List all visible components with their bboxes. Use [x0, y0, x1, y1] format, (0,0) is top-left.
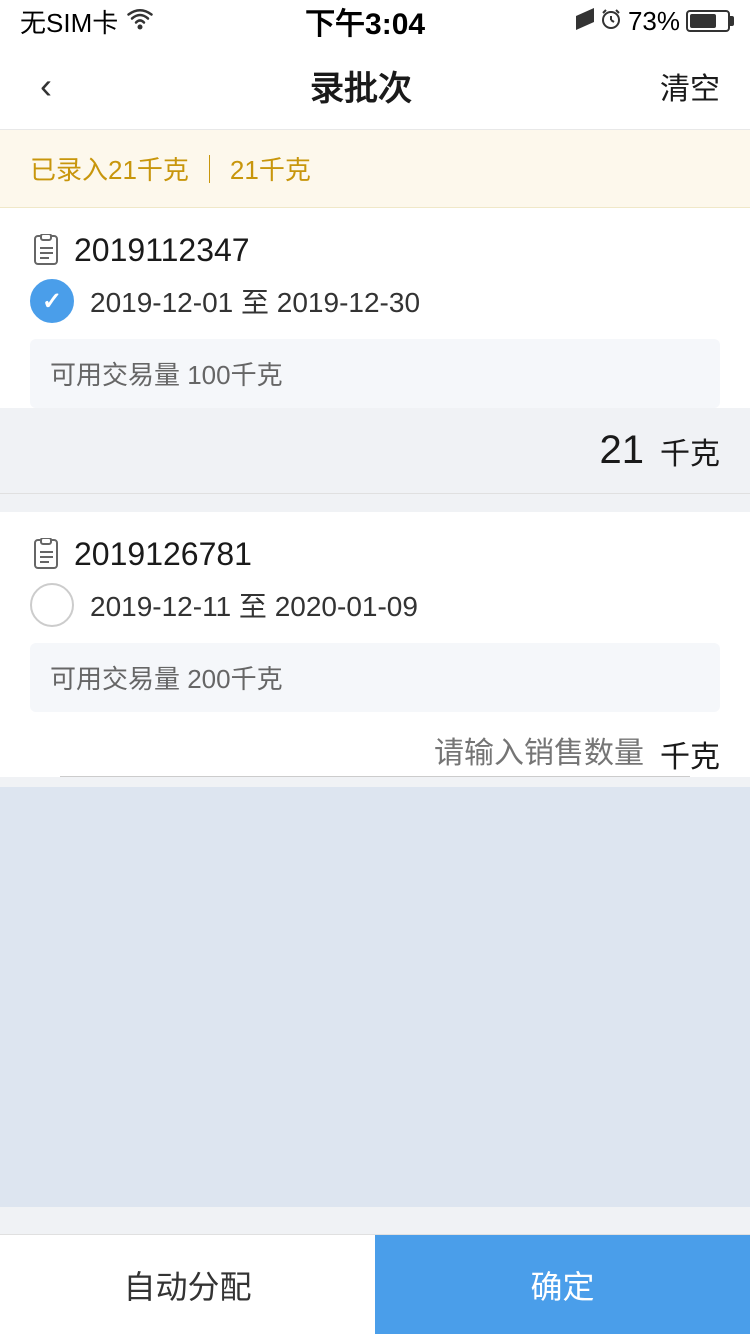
batch2-icon — [30, 537, 66, 573]
batch1-amount-row: 21 千克 — [0, 408, 750, 494]
batch1-amount-unit: 千克 — [660, 429, 720, 473]
auto-distribute-button[interactable]: 自动分配 — [0, 1235, 375, 1334]
batch2-radio[interactable] — [30, 583, 74, 627]
batch2-input-container: 千克 — [0, 712, 750, 777]
status-bar: 无SIM卡 下午3:04 73% — [0, 0, 750, 42]
batch2-date-row: 2019-12-11 至 2020-01-09 — [30, 583, 720, 627]
wifi-icon — [126, 6, 154, 37]
info-recorded-label: 已录入21千克 — [30, 150, 189, 187]
info-divider — [209, 155, 210, 183]
batch-item-2: 2019126781 2019-12-11 至 2020-01-09 可用交易量… — [0, 504, 750, 712]
batch1-icon — [30, 233, 66, 269]
page-title: 录批次 — [310, 61, 412, 110]
batch2-id: 2019126781 — [74, 536, 252, 573]
alarm-icon — [600, 6, 622, 37]
clear-button[interactable]: 清空 — [660, 64, 720, 108]
location-icon — [576, 6, 594, 37]
bottom-bar: 自动分配 确定 — [0, 1234, 750, 1334]
sim-text: 无SIM卡 — [20, 3, 118, 40]
batch1-quantity: 可用交易量 100千克 — [30, 339, 720, 408]
batch2-unit: 千克 — [660, 732, 720, 776]
nav-bar: ‹ 录批次 清空 — [0, 42, 750, 130]
battery-percent: 73% — [628, 6, 680, 37]
batch2-quantity: 可用交易量 200千克 — [30, 643, 720, 712]
status-time: 下午3:04 — [305, 0, 425, 43]
batch1-date: 2019-12-01 至 2019-12-30 — [90, 281, 420, 321]
batch-item-1: 2019112347 2019-12-01 至 2019-12-30 可用交易量… — [0, 208, 750, 408]
batch1-header: 2019112347 — [30, 232, 720, 269]
battery-icon — [686, 10, 730, 32]
status-right: 73% — [576, 6, 730, 37]
input-divider — [60, 776, 690, 777]
quantity-input[interactable] — [344, 737, 644, 771]
info-bar: 已录入21千克 21千克 — [0, 130, 750, 208]
batch1-radio[interactable] — [30, 279, 74, 323]
batch2-header: 2019126781 — [30, 536, 720, 573]
batch1-date-row: 2019-12-01 至 2019-12-30 — [30, 279, 720, 323]
confirm-button[interactable]: 确定 — [375, 1235, 750, 1334]
batch2-date: 2019-12-11 至 2020-01-09 — [90, 585, 418, 625]
batch1-amount-value: 21 — [600, 428, 645, 473]
empty-area — [0, 787, 750, 1207]
status-left: 无SIM卡 — [20, 3, 154, 40]
info-value: 21千克 — [230, 150, 311, 187]
batch1-id: 2019112347 — [74, 232, 250, 269]
back-button[interactable]: ‹ — [30, 55, 62, 117]
